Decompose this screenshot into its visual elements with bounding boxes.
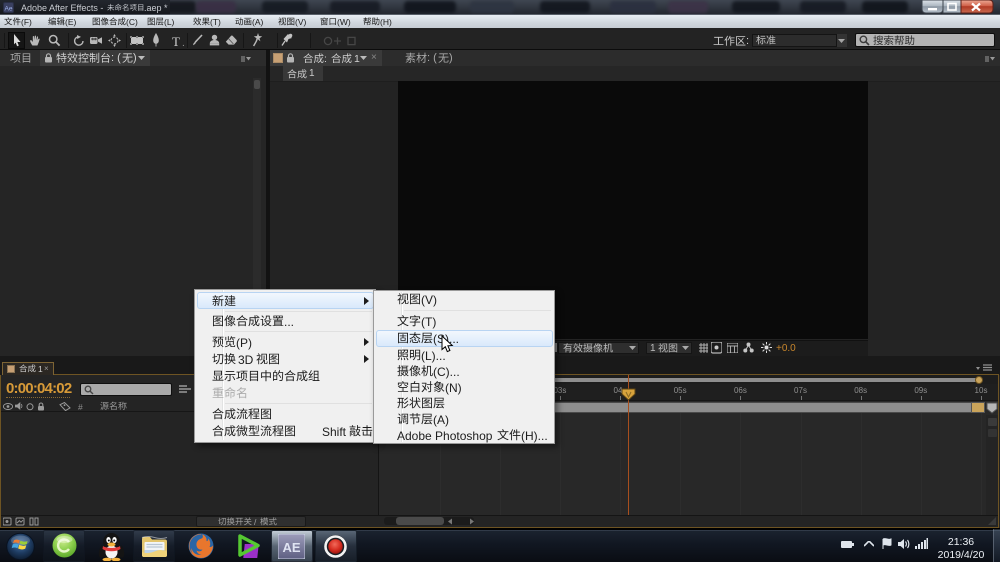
svg-text:AE: AE bbox=[282, 540, 300, 555]
svg-text:Ae: Ae bbox=[5, 6, 13, 13]
